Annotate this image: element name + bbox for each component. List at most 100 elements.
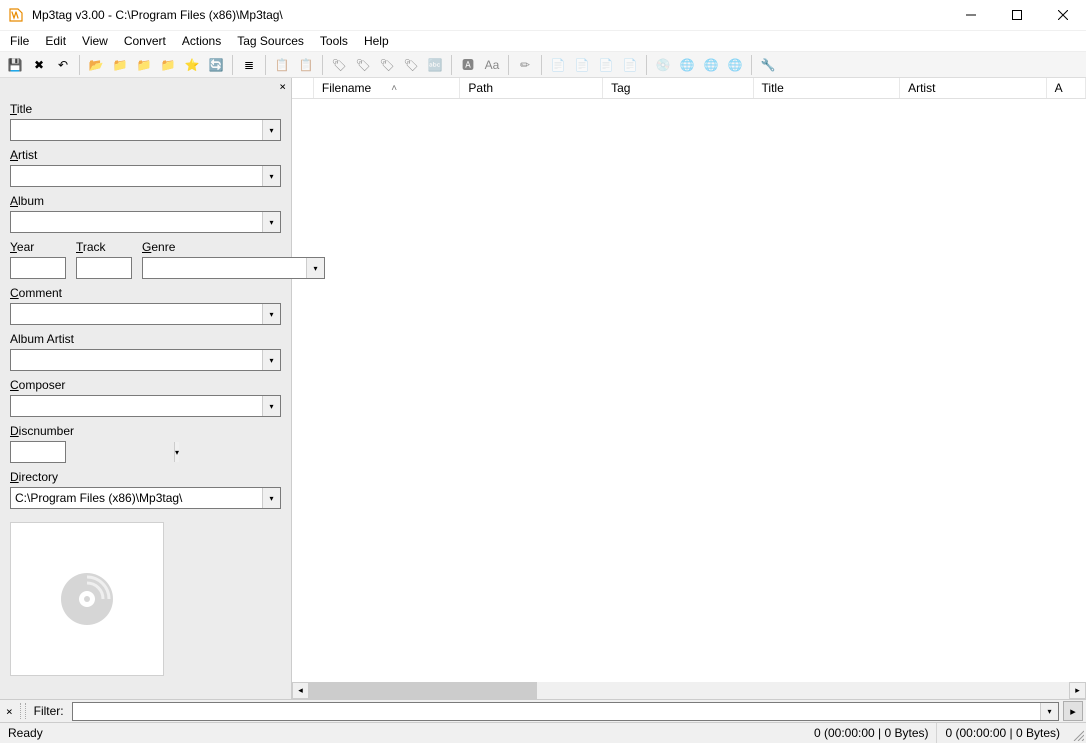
status-total: 0 (00:00:00 | 0 Bytes) (937, 723, 1068, 743)
app-icon (8, 7, 24, 23)
refresh-icon[interactable]: 🔄 (205, 54, 227, 76)
maximize-button[interactable] (994, 0, 1040, 31)
minimize-button[interactable] (948, 0, 994, 31)
year-label: Year (10, 240, 66, 254)
scroll-thumb[interactable] (309, 682, 537, 699)
toolbar: 💾✖↶📂📁📁📁⭐🔄≣📋📋🏷🏷🏷🏷🔤🅰Aa✏📄📄📄📄💿🌐🌐🌐🔧 (0, 52, 1086, 78)
artist-field[interactable]: ▾ (10, 165, 281, 187)
web3-icon: 🌐 (724, 54, 746, 76)
chevron-down-icon[interactable]: ▾ (174, 442, 179, 462)
comment-field[interactable]: ▾ (10, 303, 281, 325)
directory-label: Directory (10, 470, 281, 484)
menu-convert[interactable]: Convert (116, 32, 174, 50)
doc2-icon: 📄 (571, 54, 593, 76)
scroll-right-icon[interactable]: ▸ (1069, 682, 1086, 699)
caseconv-icon: Aa (481, 54, 503, 76)
menu-file[interactable]: File (2, 32, 37, 50)
genre-field[interactable]: ▾ (142, 257, 325, 279)
chevron-down-icon[interactable]: ▾ (262, 212, 280, 232)
column-headers: FilenamePathTagTitleArtistA (292, 78, 1086, 99)
apply-filter-button[interactable]: ▸ (1063, 701, 1083, 721)
track-label: Track (76, 240, 132, 254)
cover-art[interactable] (10, 522, 164, 676)
menu-actions[interactable]: Actions (174, 32, 229, 50)
discnumber-label: Discnumber (10, 424, 281, 438)
folder-star-icon[interactable]: 📁 (133, 54, 155, 76)
tag-to-file-icon: 🏷 (328, 54, 350, 76)
filename-tag-icon: 🏷 (400, 54, 422, 76)
column-a[interactable]: A (1047, 78, 1086, 98)
title-label: Title (10, 102, 281, 116)
copy-icon: 📋 (271, 54, 293, 76)
resize-grip[interactable] (1068, 723, 1086, 743)
file-list: FilenamePathTagTitleArtistA ◂ ▸ (292, 78, 1086, 699)
web2-icon: 🌐 (700, 54, 722, 76)
star-icon[interactable]: ⭐ (181, 54, 203, 76)
chevron-down-icon[interactable]: ▾ (306, 258, 324, 278)
close-icon[interactable]: × (3, 705, 16, 718)
menu-view[interactable]: View (74, 32, 116, 50)
text-convert-icon: 🔤 (424, 54, 446, 76)
genre-label: Genre (142, 240, 325, 254)
tools-icon[interactable]: 🔧 (757, 54, 779, 76)
column-path[interactable]: Path (460, 78, 603, 98)
paste-icon: 📋 (295, 54, 317, 76)
chevron-down-icon[interactable]: ▾ (262, 166, 280, 186)
status-ready: Ready (0, 723, 60, 743)
menu-edit[interactable]: Edit (37, 32, 74, 50)
horizontal-scrollbar[interactable]: ◂ ▸ (292, 682, 1086, 699)
tag-panel: × Title ▾ Artist ▾ Album ▾ Year (0, 78, 292, 699)
replace-icon: 🅰 (457, 54, 479, 76)
chevron-down-icon[interactable]: ▾ (262, 350, 280, 370)
composer-field[interactable]: ▾ (10, 395, 281, 417)
menubar: FileEditViewConvertActionsTag SourcesToo… (0, 31, 1086, 52)
file-list-body[interactable] (292, 99, 1086, 682)
close-icon[interactable]: × (276, 80, 289, 93)
chevron-down-icon[interactable]: ▾ (262, 488, 280, 508)
chevron-down-icon[interactable]: ▾ (262, 120, 280, 140)
doc-icon: 📄 (547, 54, 569, 76)
year-field[interactable]: ▾ (10, 257, 66, 279)
albumartist-label: Album Artist (10, 332, 281, 346)
directory-field[interactable]: ▾ (10, 487, 281, 509)
title-field[interactable]: ▾ (10, 119, 281, 141)
list-icon[interactable]: ≣ (238, 54, 260, 76)
status-selection: 0 (00:00:00 | 0 Bytes) (806, 723, 938, 743)
delete-icon[interactable]: ✖ (28, 54, 50, 76)
column-title[interactable]: Title (754, 78, 901, 98)
album-label: Album (10, 194, 281, 208)
close-button[interactable] (1040, 0, 1086, 31)
window-title: Mp3tag v3.00 - C:\Program Files (x86)\Mp… (32, 8, 283, 22)
artist-label: Artist (10, 148, 281, 162)
save-icon[interactable]: 💾 (4, 54, 26, 76)
album-field[interactable]: ▾ (10, 211, 281, 233)
menu-help[interactable]: Help (356, 32, 397, 50)
chevron-down-icon[interactable]: ▾ (262, 396, 280, 416)
row-gutter (292, 78, 314, 98)
doc4-icon: 📄 (619, 54, 641, 76)
tag-to-tag-icon: 🏷 (376, 54, 398, 76)
column-tag[interactable]: Tag (603, 78, 753, 98)
track-field[interactable]: ▾ (76, 257, 132, 279)
menu-tools[interactable]: Tools (312, 32, 356, 50)
composer-label: Composer (10, 378, 281, 392)
chevron-down-icon[interactable]: ▾ (1040, 703, 1058, 720)
column-artist[interactable]: Artist (900, 78, 1047, 98)
menu-tag-sources[interactable]: Tag Sources (229, 32, 312, 50)
filter-field[interactable]: ▾ (72, 702, 1059, 721)
discnumber-field[interactable]: ▾ (10, 441, 66, 463)
comment-label: Comment (10, 286, 281, 300)
titlebar: Mp3tag v3.00 - C:\Program Files (x86)\Mp… (0, 0, 1086, 31)
folder-fav-icon[interactable]: 📁 (157, 54, 179, 76)
chevron-down-icon[interactable]: ▾ (262, 304, 280, 324)
folder-add-icon[interactable]: 📁 (109, 54, 131, 76)
edit-icon: ✏ (514, 54, 536, 76)
folder-open-icon[interactable]: 📂 (85, 54, 107, 76)
column-filename[interactable]: Filename (314, 78, 461, 98)
undo-icon[interactable]: ↶ (52, 54, 74, 76)
scroll-left-icon[interactable]: ◂ (292, 682, 309, 699)
filter-bar: × Filter: ▾ ▸ (0, 699, 1086, 722)
albumartist-field[interactable]: ▾ (10, 349, 281, 371)
disc-icon: 💿 (652, 54, 674, 76)
file-to-tag-icon: 🏷 (352, 54, 374, 76)
